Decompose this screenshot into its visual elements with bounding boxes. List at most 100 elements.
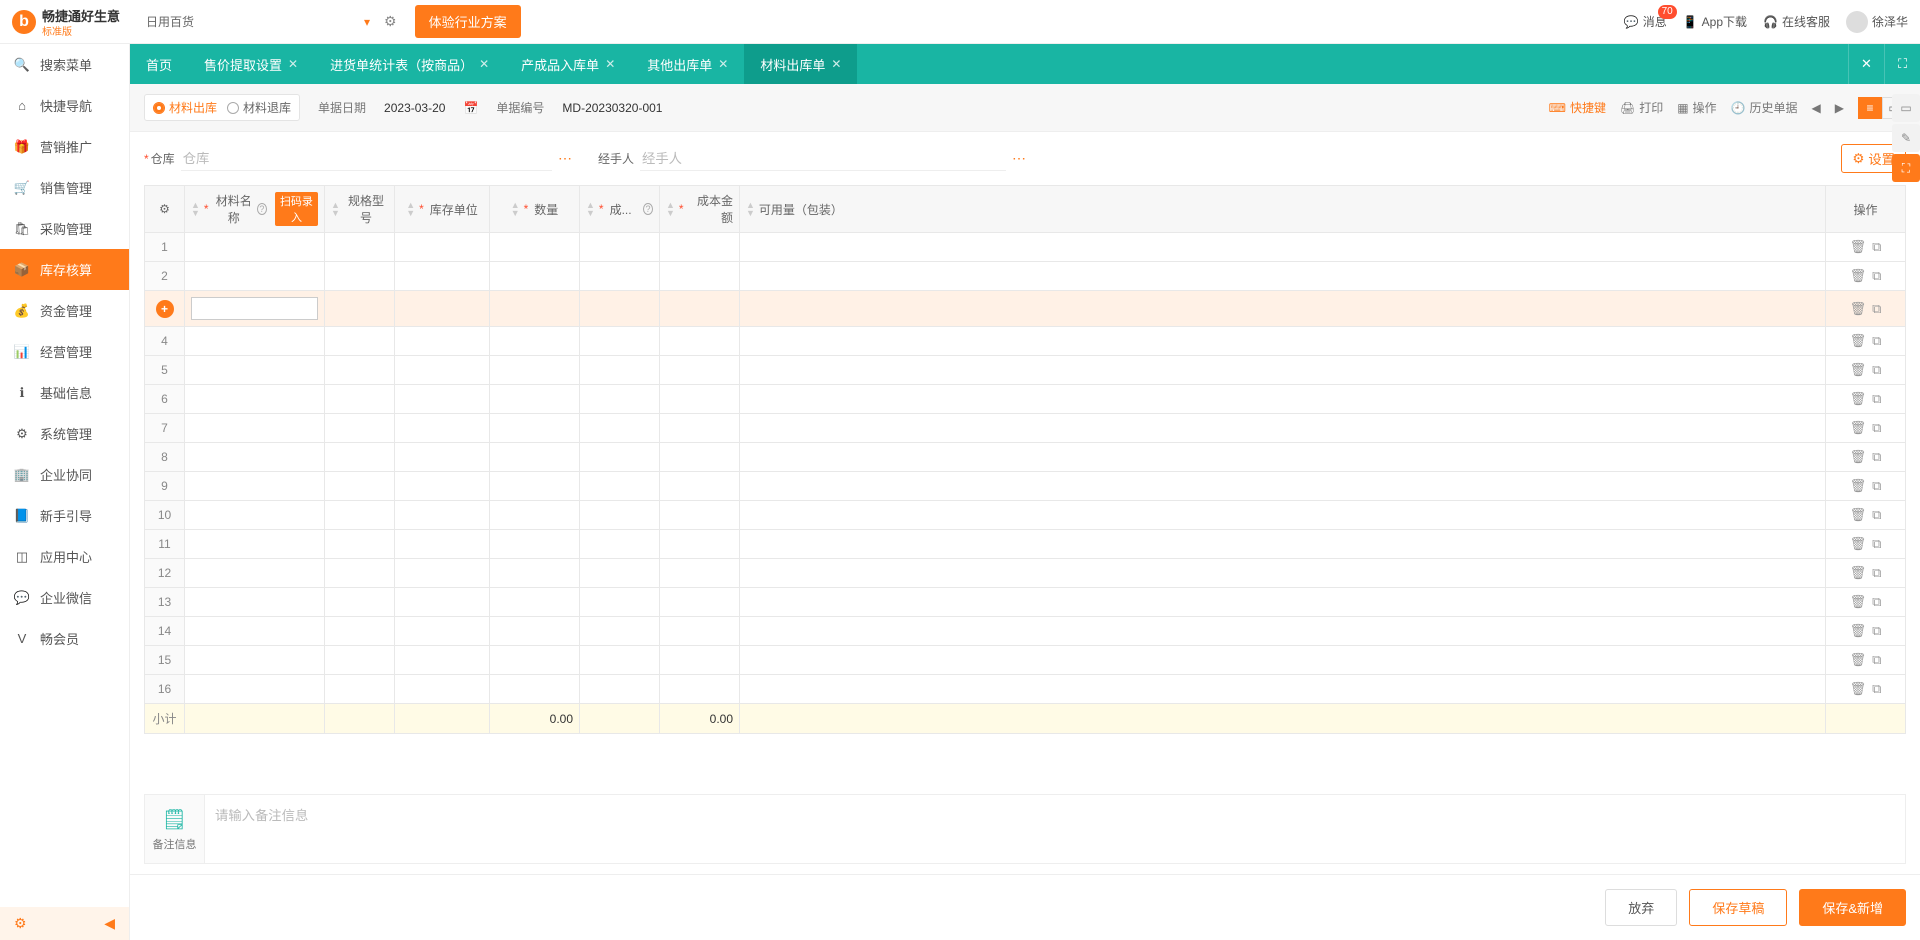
sidebar-item-12[interactable]: ◫应用中心 — [0, 536, 129, 577]
sidebar-item-9[interactable]: ⚙系统管理 — [0, 413, 129, 454]
tab-4[interactable]: 其他出库单✕ — [631, 44, 744, 84]
remarks-input[interactable] — [205, 795, 1905, 863]
sidebar-item-14[interactable]: V畅会员 — [0, 618, 129, 659]
close-icon[interactable]: ✕ — [605, 57, 615, 71]
save-draft-button[interactable]: 保存草稿 — [1689, 889, 1787, 926]
sidebar-item-8[interactable]: ℹ基础信息 — [0, 372, 129, 413]
shortcut-button[interactable]: ⌨ 快捷键 — [1549, 99, 1606, 116]
category-settings-icon[interactable]: ⚙ — [384, 13, 397, 30]
warehouse-input[interactable] — [181, 147, 552, 171]
delete-row-icon[interactable]: 🗑 — [1850, 449, 1867, 464]
handler-input[interactable] — [640, 147, 1006, 171]
tab-2[interactable]: 进货单统计表（按商品）✕ — [314, 44, 505, 84]
tab-3[interactable]: 产成品入库单✕ — [505, 44, 631, 84]
copy-row-icon[interactable]: ⧉ — [1872, 268, 1881, 283]
handler-more-icon[interactable]: ⋯ — [1012, 150, 1028, 167]
sidebar-item-1[interactable]: ⌂快捷导航 — [0, 85, 129, 126]
app-download[interactable]: 📱 App下载 — [1683, 13, 1747, 30]
table-row[interactable]: 16🗑⧉ — [145, 675, 1906, 704]
copy-row-icon[interactable]: ⧉ — [1872, 507, 1881, 522]
delete-row-icon[interactable]: 🗑 — [1850, 536, 1867, 551]
radio-material-out[interactable]: 材料出库 — [153, 99, 217, 116]
tab-expand[interactable]: ⛶ — [1884, 44, 1920, 84]
radio-material-return[interactable]: 材料退库 — [227, 99, 291, 116]
copy-row-icon[interactable]: ⧉ — [1872, 391, 1881, 406]
rail-item-2[interactable]: ✎ — [1892, 124, 1920, 152]
warehouse-more-icon[interactable]: ⋯ — [558, 150, 574, 167]
support[interactable]: 🎧 在线客服 — [1763, 13, 1830, 30]
sidebar-item-10[interactable]: 🏢企业协同 — [0, 454, 129, 495]
delete-row-icon[interactable]: 🗑 — [1850, 594, 1867, 609]
view-list[interactable]: ≡ — [1858, 97, 1882, 119]
next-doc[interactable]: ▶ — [1835, 101, 1844, 115]
copy-row-icon[interactable]: ⧉ — [1872, 681, 1881, 696]
delete-row-icon[interactable]: 🗑 — [1850, 391, 1867, 406]
table-row[interactable]: 9🗑⧉ — [145, 472, 1906, 501]
rail-item-1[interactable]: ▭ — [1892, 94, 1920, 122]
col-avail[interactable]: ▲▼可用量（包装） — [740, 186, 1826, 233]
copy-row-icon[interactable]: ⧉ — [1872, 301, 1881, 316]
discard-button[interactable]: 放弃 — [1605, 889, 1677, 926]
close-icon[interactable]: ✕ — [718, 57, 728, 71]
add-row-icon[interactable]: + — [156, 300, 174, 318]
delete-row-icon[interactable]: 🗑 — [1850, 478, 1867, 493]
cta-button[interactable]: 体验行业方案 — [415, 5, 521, 38]
table-row[interactable]: 13🗑⧉ — [145, 588, 1906, 617]
col-spec[interactable]: ▲▼规格型号 — [325, 186, 395, 233]
col-cost[interactable]: ▲▼*成... ? — [580, 186, 660, 233]
close-icon[interactable]: ✕ — [479, 57, 489, 71]
category-select[interactable]: 日用百货 ▾ — [146, 13, 370, 30]
copy-row-icon[interactable]: ⧉ — [1872, 594, 1881, 609]
table-row[interactable]: 7🗑⧉ — [145, 414, 1906, 443]
sidebar-item-6[interactable]: 💰资金管理 — [0, 290, 129, 331]
table-row[interactable]: 2🗑⧉ — [145, 262, 1906, 291]
delete-row-icon[interactable]: 🗑 — [1850, 507, 1867, 522]
table-row[interactable]: 15🗑⧉ — [145, 646, 1906, 675]
table-row[interactable]: 12🗑⧉ — [145, 559, 1906, 588]
col-qty[interactable]: ▲▼*数量 — [490, 186, 580, 233]
delete-row-icon[interactable]: 🗑 — [1850, 333, 1867, 348]
user-menu[interactable]: 徐泽华 — [1846, 11, 1908, 33]
sidebar-item-3[interactable]: 🛒销售管理 — [0, 167, 129, 208]
delete-row-icon[interactable]: 🗑 — [1850, 239, 1867, 254]
copy-row-icon[interactable]: ⧉ — [1872, 565, 1881, 580]
delete-row-icon[interactable]: 🗑 — [1850, 301, 1867, 316]
col-costamt[interactable]: ▲▼*成本金额 — [660, 186, 740, 233]
ops-button[interactable]: ▦ 操作 — [1677, 99, 1716, 116]
sidebar-item-0[interactable]: 🔍搜索菜单 — [0, 44, 129, 85]
col-settings[interactable]: ⚙ — [145, 186, 185, 233]
sidebar-item-7[interactable]: 📊经营管理 — [0, 331, 129, 372]
copy-row-icon[interactable]: ⧉ — [1872, 652, 1881, 667]
delete-row-icon[interactable]: 🗑 — [1850, 420, 1867, 435]
col-material-name[interactable]: ▲▼*材料名称?扫码录入 — [185, 186, 325, 233]
print-button[interactable]: 🖨 打印 — [1620, 99, 1663, 116]
table-row[interactable]: 4🗑⧉ — [145, 327, 1906, 356]
copy-row-icon[interactable]: ⧉ — [1872, 478, 1881, 493]
delete-row-icon[interactable]: 🗑 — [1850, 652, 1867, 667]
sidebar-collapse-icon[interactable]: ◀ — [104, 915, 115, 932]
delete-row-icon[interactable]: 🗑 — [1850, 362, 1867, 377]
sidebar-gear-icon[interactable]: ⚙ — [14, 915, 27, 932]
sidebar-item-5[interactable]: 📦库存核算 — [0, 249, 129, 290]
copy-row-icon[interactable]: ⧉ — [1872, 333, 1881, 348]
table-row[interactable]: 10🗑⧉ — [145, 501, 1906, 530]
copy-row-icon[interactable]: ⧉ — [1872, 623, 1881, 638]
table-row[interactable]: + 🗑 ⧉ — [145, 291, 1906, 327]
tab-close-all[interactable]: ✕ — [1848, 44, 1884, 84]
remarks-tab[interactable]: 🗒 备注信息 — [145, 795, 205, 863]
table-row[interactable]: 8🗑⧉ — [145, 443, 1906, 472]
copy-row-icon[interactable]: ⧉ — [1872, 449, 1881, 464]
copy-row-icon[interactable]: ⧉ — [1872, 420, 1881, 435]
sidebar-item-2[interactable]: 🎁营销推广 — [0, 126, 129, 167]
tab-0[interactable]: 首页 — [130, 44, 188, 84]
delete-row-icon[interactable]: 🗑 — [1850, 623, 1867, 638]
copy-row-icon[interactable]: ⧉ — [1872, 536, 1881, 551]
table-row[interactable]: 6🗑⧉ — [145, 385, 1906, 414]
sidebar-item-13[interactable]: 💬企业微信 — [0, 577, 129, 618]
table-row[interactable]: 11🗑⧉ — [145, 530, 1906, 559]
delete-row-icon[interactable]: 🗑 — [1850, 681, 1867, 696]
tab-1[interactable]: 售价提取设置✕ — [188, 44, 314, 84]
material-name-input[interactable] — [191, 297, 318, 320]
sidebar-item-11[interactable]: 📘新手引导 — [0, 495, 129, 536]
copy-row-icon[interactable]: ⧉ — [1872, 239, 1881, 254]
